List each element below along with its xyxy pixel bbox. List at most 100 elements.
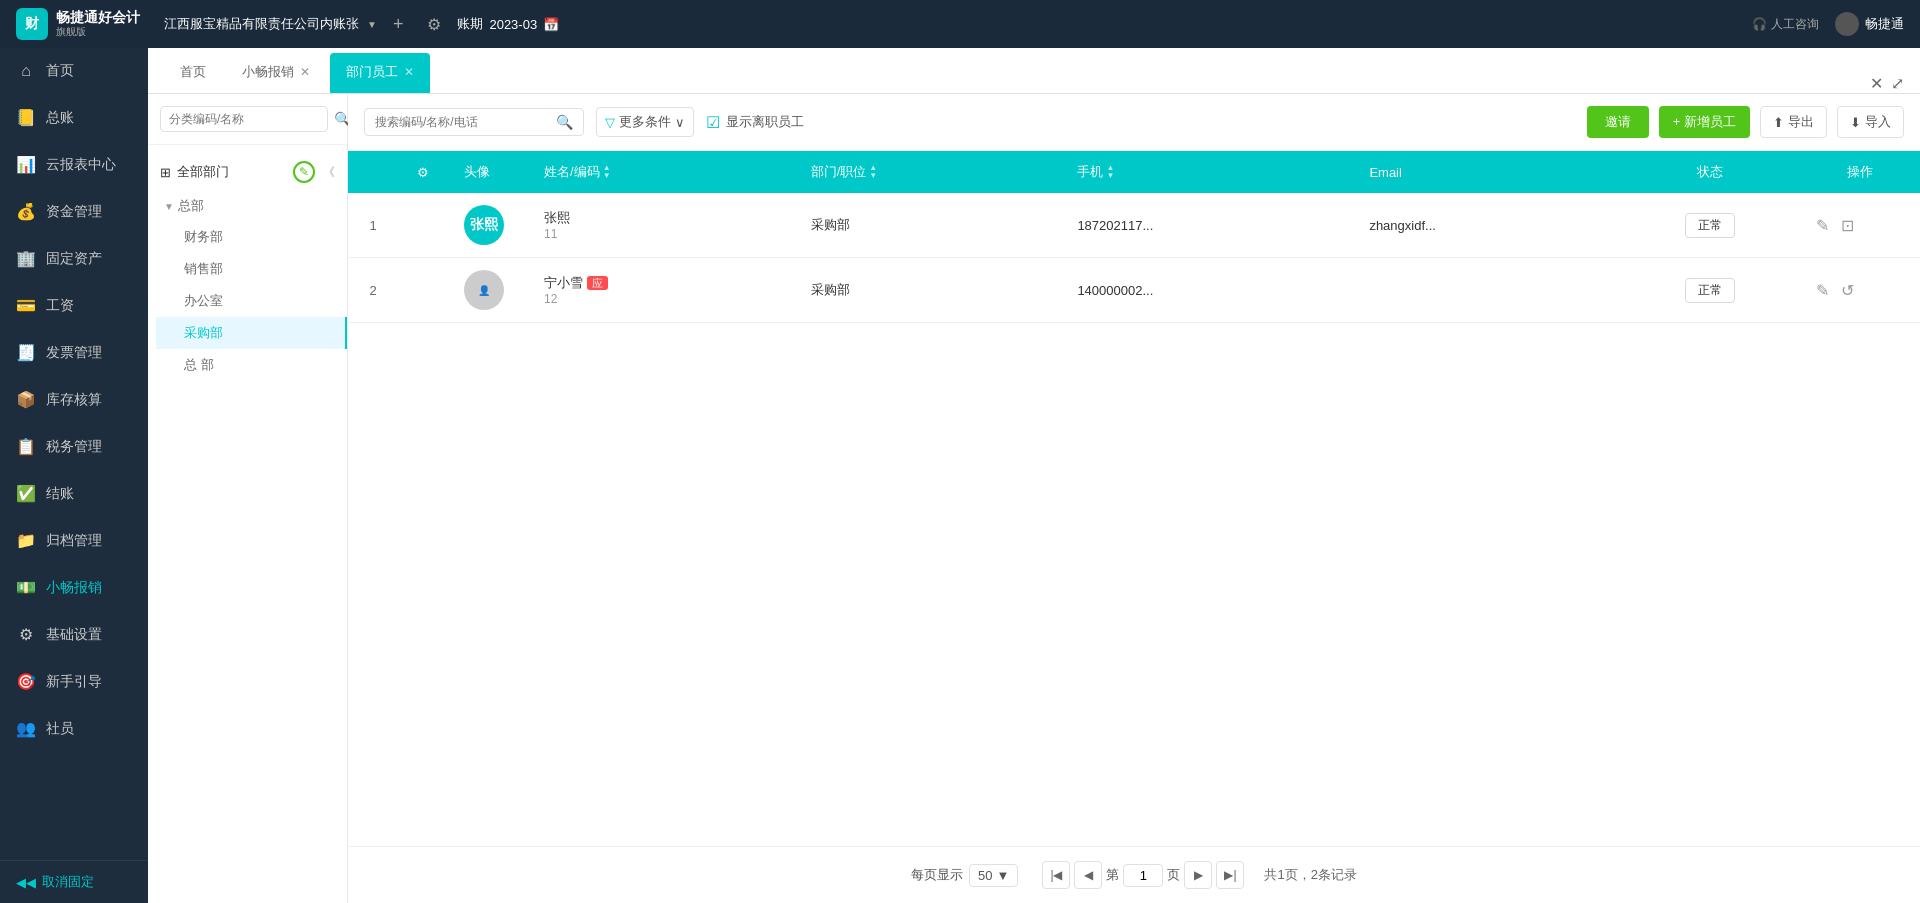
tab-bar: 首页 小畅报销 ✕ 部门员工 ✕ ✕ ⤢ [148,48,1920,94]
tab-home[interactable]: 首页 [164,53,222,93]
sidebar-item-archive[interactable]: 📁 归档管理 [0,517,148,564]
sidebar-item-partners-label: 社员 [46,720,74,738]
filter-icon: ▽ [605,115,615,130]
sidebar-item-expense[interactable]: 💵 小畅报销 [0,564,148,611]
top-header: 财 畅捷通好会计 旗舰版 江西服宝精品有限责任公司内账张 ▼ + ⚙ 账期 20… [0,0,1920,48]
page-size-arrow-icon: ▼ [997,868,1010,883]
tab-dept-close-icon[interactable]: ✕ [404,65,414,79]
col-phone-header[interactable]: 手机 ▲▼ [1061,151,1353,193]
col-dept-header[interactable]: 部门/职位 ▲▼ [795,151,1062,193]
tab-expense-close-icon[interactable]: ✕ [300,65,310,79]
dept-node-office[interactable]: 办公室 [156,285,347,317]
show-resigned-area: ☑ 显示离职员工 [706,113,804,132]
sidebar-item-settings[interactable]: ⚙ 基础设置 [0,611,148,658]
sidebar-item-tax[interactable]: 📋 税务管理 [0,423,148,470]
page-last-button[interactable]: ▶| [1216,861,1244,889]
row-num: 1 [348,193,398,258]
col-gear[interactable]: ⚙ [398,151,448,193]
row-status: 正常 [1620,193,1800,258]
page-prev-button[interactable]: ◀ [1074,861,1102,889]
dept-node-sales[interactable]: 销售部 [156,253,347,285]
dept-node-hq[interactable]: 总 部 [156,349,347,381]
page-size-dropdown[interactable]: 50 ▼ [969,864,1018,887]
import-button[interactable]: ⬇ 导入 [1837,106,1904,138]
col-email-header: Email [1353,151,1620,193]
salary-icon: 💳 [16,296,36,315]
sidebar-item-assets-label: 固定资产 [46,250,102,268]
dept-all-label[interactable]: 全部部门 [177,163,229,181]
add-company-button[interactable]: + [393,14,404,35]
sidebar-item-reports-label: 云报表中心 [46,156,116,174]
dept-panel: 🔍 ⊞ 全部部门 ✎ 《 [148,94,348,903]
show-resigned-label: 显示离职员工 [726,113,804,131]
sidebar-item-assets[interactable]: 🏢 固定资产 [0,235,148,282]
table-row: 1张熙张熙11采购部187202117...zhangxidf...正常✎⊡ [348,193,1920,258]
dept-collapse-icon[interactable]: 《 [323,164,335,181]
dept-group-root-header[interactable]: ▼ 总部 [156,191,347,221]
period-label: 账期 [457,15,483,33]
company-dropdown-icon[interactable]: ▼ [367,19,377,30]
sidebar-item-salary[interactable]: 💳 工资 [0,282,148,329]
sidebar-item-partners[interactable]: 👥 社员 [0,705,148,752]
row-dept: 采购部 [795,193,1062,258]
service-button[interactable]: 🎧 人工咨询 [1752,16,1819,33]
page-input[interactable] [1123,864,1163,887]
tab-expense[interactable]: 小畅报销 ✕ [226,53,326,93]
dept-node-finance[interactable]: 财务部 [156,221,347,253]
row-email [1353,258,1620,323]
dept-edit-button[interactable]: ✎ [293,161,315,183]
search-icon[interactable]: 🔍 [556,114,573,130]
tab-close-window-icon[interactable]: ✕ [1870,74,1883,93]
sidebar-item-home[interactable]: ⌂ 首页 [0,48,148,94]
dept-node-purchase[interactable]: 采购部 [156,317,347,349]
export-icon: ⬆ [1773,115,1784,130]
restore-icon[interactable]: ↺ [1841,281,1854,300]
app-logo-icon: 财 [16,8,48,40]
sidebar-item-ledger[interactable]: 📒 总账 [0,94,148,141]
row-avatar: 👤 [448,258,528,323]
search-input[interactable] [375,115,550,129]
period-area: 账期 2023-03 📅 [457,15,559,33]
sidebar-item-guide[interactable]: 🎯 新手引导 [0,658,148,705]
dept-search-input[interactable] [160,106,328,132]
company-name: 江西服宝精品有限责任公司内账张 [164,15,359,33]
pin-toggle-button[interactable]: ◀◀ 取消固定 [0,860,148,903]
table-header: ⚙ 头像 姓名/编码 ▲▼ [348,151,1920,193]
export-button[interactable]: ⬆ 导出 [1760,106,1827,138]
logout-icon[interactable]: ⊡ [1841,216,1854,235]
dept-group-root: ▼ 总部 财务部 销售部 办公室 采购部 [148,191,347,381]
sidebar-item-reports[interactable]: 📊 云报表中心 [0,141,148,188]
edit-icon[interactable]: ✎ [1816,216,1829,235]
dept-office-label: 办公室 [184,293,223,308]
ledger-icon: 📒 [16,108,36,127]
filter-button[interactable]: ▽ 更多条件 ∨ [596,107,694,137]
sidebar-item-invoice[interactable]: 🧾 发票管理 [0,329,148,376]
sidebar-item-fund[interactable]: 💰 资金管理 [0,188,148,235]
status-badge: 正常 [1685,213,1735,238]
edit-icon[interactable]: ✎ [1816,281,1829,300]
sidebar-item-salary-label: 工资 [46,297,74,315]
dept-root-label: 总部 [178,197,204,215]
settings-gear-icon[interactable]: ⚙ [427,15,441,34]
tab-dept[interactable]: 部门员工 ✕ [330,53,430,93]
filter-label: 更多条件 [619,113,671,131]
sidebar-item-closing[interactable]: ✅ 结账 [0,470,148,517]
sidebar-item-guide-label: 新手引导 [46,673,102,691]
content-area: 首页 小畅报销 ✕ 部门员工 ✕ ✕ ⤢ 🔍 [148,48,1920,903]
archive-icon: 📁 [16,531,36,550]
row-name-code: 宁小雪应12 [528,258,795,323]
sidebar-item-inventory[interactable]: 📦 库存核算 [0,376,148,423]
show-resigned-checkbox[interactable]: ☑ [706,113,720,132]
tab-expand-icon[interactable]: ⤢ [1891,74,1904,93]
col-name-header[interactable]: 姓名/编码 ▲▼ [528,151,795,193]
page-next-button[interactable]: ▶ [1184,861,1212,889]
row-actions: ✎⊡ [1800,193,1920,258]
invite-button[interactable]: 邀请 [1587,106,1649,138]
row-gear [398,193,448,258]
period-value: 2023-03 [489,17,537,32]
calendar-icon[interactable]: 📅 [543,17,559,32]
add-employee-button[interactable]: + 新增员工 [1659,106,1750,138]
dept-sales-label: 销售部 [184,261,223,276]
page-label-ye: 页 [1167,866,1180,884]
page-first-button[interactable]: |◀ [1042,861,1070,889]
